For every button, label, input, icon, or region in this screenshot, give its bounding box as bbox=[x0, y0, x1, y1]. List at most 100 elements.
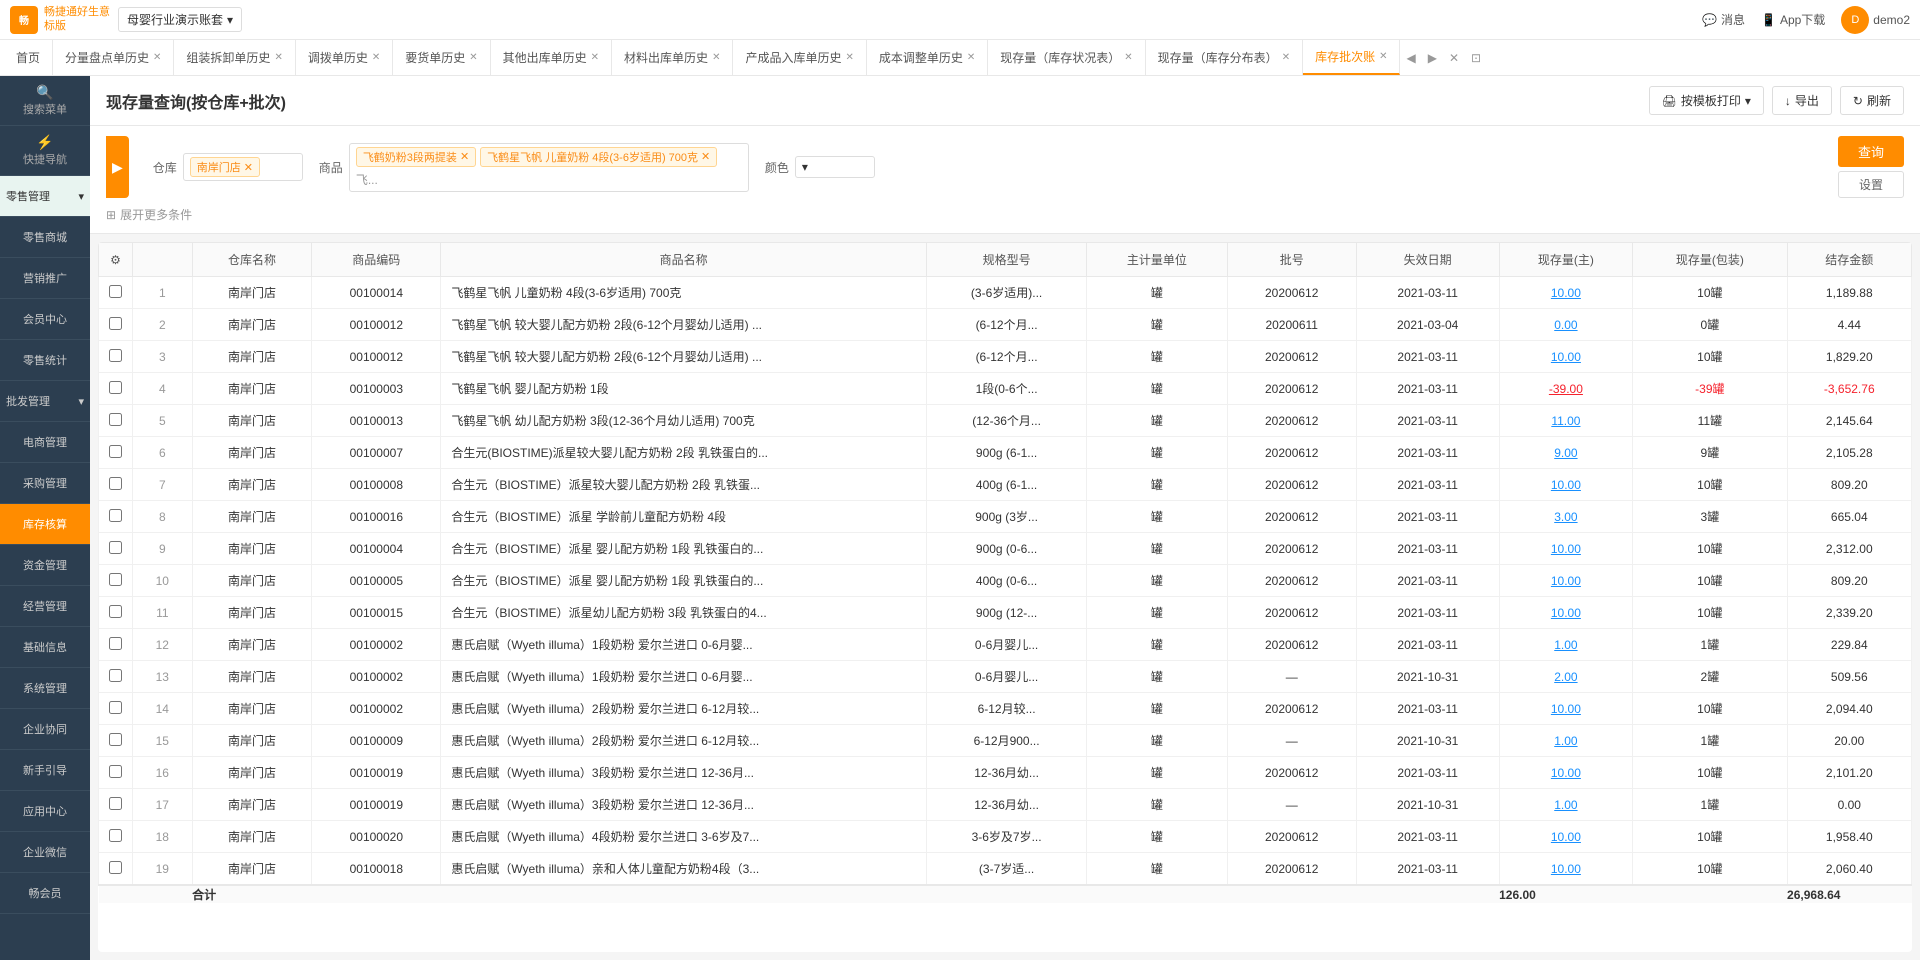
row-checkbox[interactable] bbox=[99, 341, 133, 373]
row-checkbox[interactable] bbox=[99, 533, 133, 565]
print-btn[interactable]: 🖨 按模板打印 ▾ bbox=[1649, 86, 1764, 115]
setting-button[interactable]: 设置 bbox=[1838, 171, 1904, 198]
sidebar-item-collab[interactable]: 企业协同 bbox=[0, 709, 90, 750]
quick-nav[interactable]: ⚡ 快捷导航 bbox=[0, 126, 90, 176]
product-tag-0[interactable]: 飞鹤奶粉3段两提装 ✕ bbox=[356, 147, 476, 167]
sidebar-item-basic-info[interactable]: 基础信息 bbox=[0, 627, 90, 668]
app-download-btn[interactable]: 📱 App下载 bbox=[1761, 11, 1825, 28]
tab-3[interactable]: 调拨单历史 ✕ bbox=[296, 40, 393, 75]
sidebar-item-system[interactable]: 系统管理 bbox=[0, 668, 90, 709]
filter-expand-arrow[interactable]: ▶ bbox=[106, 136, 129, 198]
row-qty-main[interactable]: 9.00 bbox=[1499, 437, 1633, 469]
tab-8[interactable]: 成本调整单历史 ✕ bbox=[867, 40, 988, 75]
row-qty-main[interactable]: 11.00 bbox=[1499, 405, 1633, 437]
row-qty-main[interactable]: 10.00 bbox=[1499, 565, 1633, 597]
tab-close-6[interactable]: ✕ bbox=[712, 52, 720, 63]
row-checkbox[interactable] bbox=[99, 661, 133, 693]
tab-close-all[interactable]: ✕ bbox=[1443, 47, 1465, 69]
product-tag-close-0[interactable]: ✕ bbox=[460, 150, 469, 163]
row-checkbox[interactable] bbox=[99, 277, 133, 309]
tab-2[interactable]: 组装拆卸单历史 ✕ bbox=[174, 40, 295, 75]
tab-close-10[interactable]: ✕ bbox=[1282, 52, 1290, 63]
sidebar-item-app-center[interactable]: 应用中心 bbox=[0, 791, 90, 832]
row-qty-main[interactable]: 10.00 bbox=[1499, 821, 1633, 853]
sidebar-item-guide[interactable]: 新手引导 bbox=[0, 750, 90, 791]
message-btn[interactable]: 💬 消息 bbox=[1702, 11, 1745, 28]
sidebar-item-operations[interactable]: 经营管理 bbox=[0, 586, 90, 627]
warehouse-tag-0[interactable]: 南岸门店 ✕ bbox=[190, 157, 260, 177]
tab-next[interactable]: ▶ bbox=[1422, 47, 1443, 69]
product-tag-close-1[interactable]: ✕ bbox=[701, 150, 710, 163]
sidebar-item-member[interactable]: 会员中心 bbox=[0, 299, 90, 340]
query-button[interactable]: 查询 bbox=[1838, 136, 1904, 167]
tab-close-4[interactable]: ✕ bbox=[469, 52, 477, 63]
user-area[interactable]: D demo2 bbox=[1841, 6, 1910, 34]
row-qty-main[interactable]: 1.00 bbox=[1499, 725, 1633, 757]
row-checkbox[interactable] bbox=[99, 437, 133, 469]
sidebar-item-inventory[interactable]: 库存核算 bbox=[0, 504, 90, 545]
tab-9[interactable]: 现存量（库存状况表） ✕ bbox=[988, 40, 1145, 75]
export-btn[interactable]: ↓ 导出 bbox=[1772, 86, 1832, 115]
sidebar-item-retail-stats[interactable]: 零售统计 bbox=[0, 340, 90, 381]
row-qty-main[interactable]: 10.00 bbox=[1499, 533, 1633, 565]
tab-close-8[interactable]: ✕ bbox=[967, 52, 975, 63]
tab-close-11[interactable]: ✕ bbox=[1379, 51, 1387, 62]
row-qty-main[interactable]: 3.00 bbox=[1499, 501, 1633, 533]
row-checkbox[interactable] bbox=[99, 597, 133, 629]
sidebar-item-finance[interactable]: 资金管理 bbox=[0, 545, 90, 586]
row-qty-main[interactable]: 10.00 bbox=[1499, 693, 1633, 725]
sidebar-item-member-card[interactable]: 畅会员 bbox=[0, 873, 90, 914]
refresh-btn[interactable]: ↻ 刷新 bbox=[1840, 86, 1904, 115]
row-qty-main[interactable]: 10.00 bbox=[1499, 341, 1633, 373]
row-qty-main[interactable]: 2.00 bbox=[1499, 661, 1633, 693]
tab-11[interactable]: 库存批次账 ✕ bbox=[1303, 40, 1400, 75]
row-qty-main[interactable]: 1.00 bbox=[1499, 629, 1633, 661]
industry-selector[interactable]: 母婴行业演示账套 ▾ bbox=[118, 7, 242, 32]
warehouse-tags[interactable]: 南岸门店 ✕ bbox=[183, 153, 303, 181]
sidebar-item-ecommerce[interactable]: 电商管理 bbox=[0, 422, 90, 463]
tab-prev[interactable]: ◀ bbox=[1400, 47, 1421, 69]
row-checkbox[interactable] bbox=[99, 789, 133, 821]
row-checkbox[interactable] bbox=[99, 309, 133, 341]
tab-close-5[interactable]: ✕ bbox=[591, 52, 599, 63]
row-qty-main[interactable]: 1.00 bbox=[1499, 789, 1633, 821]
tab-close-2[interactable]: ✕ bbox=[274, 52, 282, 63]
sidebar-item-purchase[interactable]: 采购管理 bbox=[0, 463, 90, 504]
sidebar-item-wechat-work[interactable]: 企业微信 bbox=[0, 832, 90, 873]
row-checkbox[interactable] bbox=[99, 757, 133, 789]
sidebar-item-retail-mgmt[interactable]: 零售管理 ▾ bbox=[0, 176, 90, 217]
row-checkbox[interactable] bbox=[99, 629, 133, 661]
row-checkbox[interactable] bbox=[99, 821, 133, 853]
tab-6[interactable]: 材料出库单历史 ✕ bbox=[612, 40, 733, 75]
row-qty-main[interactable]: 10.00 bbox=[1499, 277, 1633, 309]
product-tags[interactable]: 飞鹤奶粉3段两提装 ✕ 飞鹤星飞帆 儿童奶粉 4段(3-6岁适用) 700克 ✕… bbox=[349, 143, 749, 192]
row-checkbox[interactable] bbox=[99, 501, 133, 533]
tab-1[interactable]: 分量盘点单历史 ✕ bbox=[53, 40, 174, 75]
tab-close-7[interactable]: ✕ bbox=[845, 52, 853, 63]
row-qty-main[interactable]: 10.00 bbox=[1499, 469, 1633, 501]
expand-conditions-btn[interactable]: ⊞ 展开更多条件 bbox=[106, 206, 1904, 223]
tab-maximize[interactable]: ⊡ bbox=[1465, 47, 1487, 69]
tab-close-1[interactable]: ✕ bbox=[153, 52, 161, 63]
sidebar-item-wholesale[interactable]: 批发管理 ▾ bbox=[0, 381, 90, 422]
sidebar-item-marketing[interactable]: 营销推广 bbox=[0, 258, 90, 299]
tab-4[interactable]: 要货单历史 ✕ bbox=[393, 40, 490, 75]
row-checkbox[interactable] bbox=[99, 469, 133, 501]
color-tags[interactable]: ▾ bbox=[795, 156, 875, 178]
product-tag-1[interactable]: 飞鹤星飞帆 儿童奶粉 4段(3-6岁适用) 700克 ✕ bbox=[480, 147, 717, 167]
row-qty-main[interactable]: -39.00 bbox=[1499, 373, 1633, 405]
search-menu[interactable]: 🔍 搜索菜单 bbox=[0, 76, 90, 126]
row-qty-main[interactable]: 0.00 bbox=[1499, 309, 1633, 341]
tab-7[interactable]: 产成品入库单历史 ✕ bbox=[733, 40, 866, 75]
col-settings[interactable]: ⚙ bbox=[99, 243, 133, 277]
tab-close-3[interactable]: ✕ bbox=[372, 52, 380, 63]
row-checkbox[interactable] bbox=[99, 853, 133, 886]
row-checkbox[interactable] bbox=[99, 693, 133, 725]
sidebar-item-retail-mall[interactable]: 零售商城 bbox=[0, 217, 90, 258]
row-qty-main[interactable]: 10.00 bbox=[1499, 757, 1633, 789]
tab-10[interactable]: 现存量（库存分布表） ✕ bbox=[1146, 40, 1303, 75]
warehouse-tag-close[interactable]: ✕ bbox=[244, 161, 253, 174]
row-checkbox[interactable] bbox=[99, 565, 133, 597]
tab-5[interactable]: 其他出库单历史 ✕ bbox=[491, 40, 612, 75]
tab-home[interactable]: 首页 bbox=[4, 40, 53, 75]
